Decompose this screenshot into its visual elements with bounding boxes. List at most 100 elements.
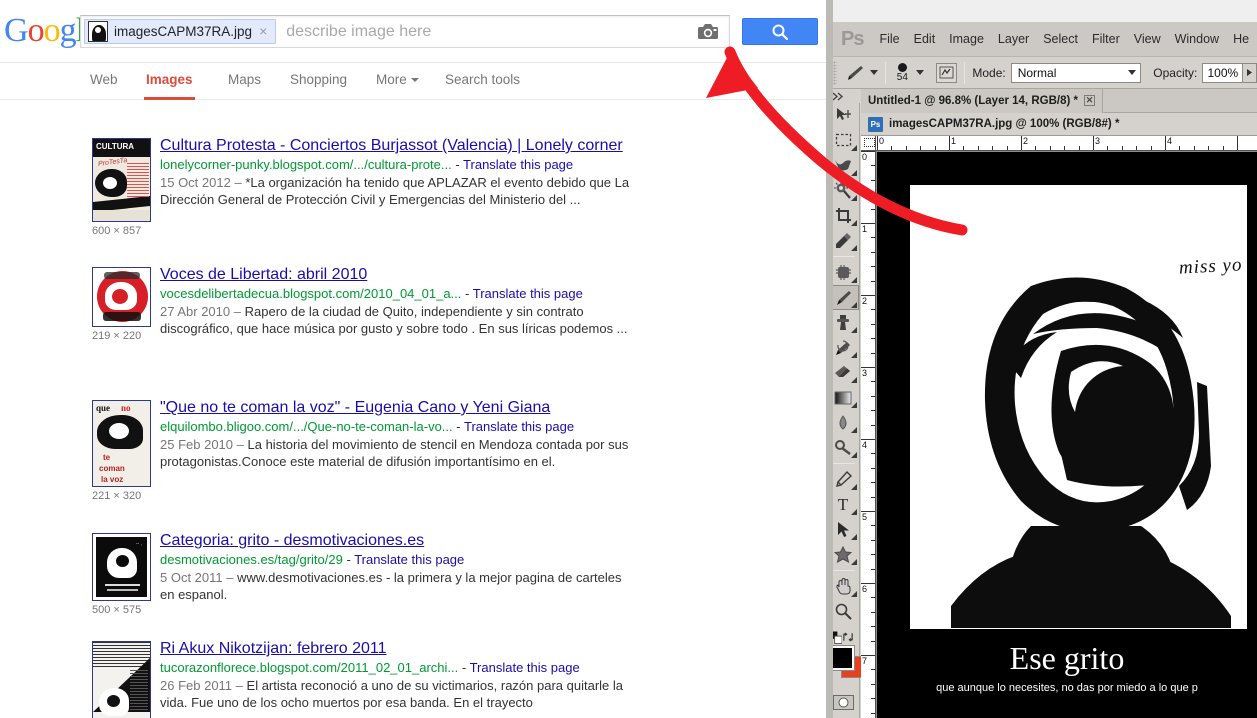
- translate-link[interactable]: Translate this page: [470, 660, 580, 675]
- menu-view[interactable]: View: [1134, 32, 1161, 46]
- thumbnail-dimensions: 221 × 320: [92, 490, 142, 502]
- camera-icon[interactable]: [693, 20, 723, 44]
- menu-window[interactable]: Window: [1175, 32, 1219, 46]
- tab-label: Maps: [228, 72, 262, 87]
- tab-label: Images: [146, 72, 193, 87]
- result-snippet: 26 Feb 2011 – El artista reconoció a uno…: [160, 677, 630, 711]
- menu-image[interactable]: Image: [949, 32, 984, 46]
- search-icon: [772, 24, 789, 40]
- vertical-ruler[interactable]: 0 1 2 3 4 5 6 7: [861, 151, 876, 718]
- tool-divider: [831, 570, 855, 571]
- result-url: vocesdelibertadecua.blogspot.com/2010_04…: [160, 286, 462, 301]
- tab-shopping[interactable]: Shopping: [288, 63, 349, 100]
- document-tab-title: imagesCAPM37RA.jpg @ 100% (RGB/8#) *: [889, 118, 1120, 130]
- thumbnail-dimensions: 600 × 857: [92, 225, 142, 237]
- divider: [884, 61, 886, 84]
- window-edge-strip: [826, 0, 833, 718]
- opacity-value: 100%: [1207, 65, 1239, 80]
- opacity-field[interactable]: 100%: [1202, 62, 1244, 83]
- translate-link[interactable]: Translate this page: [463, 157, 573, 172]
- ruler-label: 1: [951, 136, 957, 146]
- foreground-color-swatch[interactable]: [830, 646, 854, 670]
- document-tab-untitled[interactable]: Untitled-1 @ 96.8% (Layer 14, RGB/8) * ✕: [861, 88, 1103, 113]
- swap-colors-icon[interactable]: [842, 631, 854, 643]
- logo-letter: g: [59, 12, 77, 49]
- snippet-text: *La organización ha tenido que APLAZAR e…: [160, 175, 630, 207]
- result-title-link[interactable]: Ri Akux Nikotzijan: febrero 2011: [160, 640, 386, 657]
- chevron-down-icon[interactable]: [915, 70, 924, 75]
- chevron-down-icon: [1128, 70, 1137, 75]
- logo-letter: o: [27, 12, 45, 49]
- chip-remove-icon[interactable]: ×: [259, 24, 273, 40]
- tab-search-tools[interactable]: Search tools: [443, 63, 522, 100]
- translate-link[interactable]: Translate this page: [464, 419, 574, 434]
- result-date: 27 Abr 2010: [160, 304, 231, 319]
- chevron-down-icon[interactable]: [869, 70, 878, 75]
- dash: –: [235, 678, 243, 693]
- menu-help[interactable]: He: [1233, 32, 1249, 46]
- ruler-origin-corner[interactable]: [861, 136, 876, 151]
- result-thumbnail[interactable]: CULTURA ProTesTa 600 × 857: [92, 138, 151, 237]
- close-icon[interactable]: ✕: [1083, 95, 1095, 106]
- image-chip[interactable]: imagesCAPM37RA.jpg ×: [84, 19, 277, 44]
- logo-letter: o: [43, 12, 61, 49]
- tab-maps[interactable]: Maps: [226, 63, 263, 100]
- ruler-label: 2: [862, 296, 868, 306]
- menu-file[interactable]: File: [879, 32, 899, 46]
- document-tab-active[interactable]: Ps imagesCAPM37RA.jpg @ 100% (RGB/8#) *: [861, 113, 1257, 136]
- chevron-down-icon: [410, 78, 419, 83]
- result-thumbnail[interactable]: -- , 500 × 575: [92, 533, 151, 616]
- result-body: Categoria: grito - desmotivaciones.es de…: [160, 531, 630, 603]
- photoshop-options-bar: 54 Mode: Normal Opacity: 100%: [826, 56, 1257, 89]
- brush-panel-toggle-icon[interactable]: [935, 62, 958, 83]
- ruler-label: 4: [1167, 136, 1173, 146]
- handwriting-text: miss yo: [1177, 254, 1243, 279]
- ruler-label: 3: [862, 368, 868, 378]
- brush-tool-icon: [847, 65, 863, 80]
- result-title-link[interactable]: "Que no te coman la voz" - Eugenia Cano …: [160, 399, 550, 416]
- result-date: 26 Feb 2011: [160, 678, 233, 693]
- menu-filter[interactable]: Filter: [1092, 32, 1120, 46]
- horizontal-ruler[interactable]: 0 1 2 3 4: [876, 136, 1257, 151]
- ruler-label: 3: [1095, 136, 1101, 146]
- translate-link[interactable]: Translate this page: [354, 552, 464, 567]
- search-bar[interactable]: imagesCAPM37RA.jpg ×: [80, 15, 730, 48]
- menu-layer[interactable]: Layer: [998, 32, 1029, 46]
- result-thumbnail[interactable]: que no te coman la voz 221 × 320: [92, 400, 151, 502]
- brush-size-preview[interactable]: 54: [897, 62, 908, 83]
- tab-label: Shopping: [290, 72, 348, 87]
- tab-web[interactable]: Web: [88, 63, 120, 100]
- google-image-search-page: Google imagesCAPM37RA.jpg ×: [0, 0, 826, 718]
- tab-label: More: [376, 72, 407, 87]
- search-button[interactable]: [742, 18, 818, 45]
- logo-letter: G: [4, 12, 29, 49]
- tool-divider: [831, 463, 855, 464]
- poster-subtitle: que aunque lo necesites, no das por mied…: [936, 682, 1198, 694]
- ruler-label: 1: [862, 224, 868, 234]
- photoshop-file-icon: Ps: [868, 116, 883, 132]
- tab-label: Web: [90, 72, 118, 87]
- tool-divider: [831, 256, 855, 257]
- result-url-line: lonelycorner-punky.blogspot.com/.../cult…: [160, 156, 630, 173]
- blend-mode-dropdown[interactable]: Normal: [1010, 62, 1142, 83]
- result-thumbnail[interactable]: [92, 641, 151, 718]
- result-title-link[interactable]: Voces de Libertad: abril 2010: [160, 266, 367, 283]
- result-title-link[interactable]: Cultura Protesta - Conciertos Burjassot …: [160, 137, 623, 154]
- google-logo[interactable]: Google: [4, 12, 99, 49]
- result-title-link[interactable]: Categoria: grito - desmotivaciones.es: [160, 532, 424, 549]
- result-body: Voces de Libertad: abril 2010 vocesdelib…: [160, 265, 630, 337]
- image-canvas[interactable]: miss yo Ese grito que aunque lo necesite…: [877, 152, 1257, 718]
- menu-select[interactable]: Select: [1043, 32, 1078, 46]
- tab-more[interactable]: More: [374, 63, 421, 100]
- translate-link[interactable]: Translate this page: [473, 286, 583, 301]
- search-input[interactable]: [276, 21, 693, 42]
- opacity-slider-toggle[interactable]: [1243, 62, 1257, 83]
- brush-tool-preview[interactable]: [843, 64, 878, 82]
- ruler-label: 4: [862, 440, 868, 450]
- result-url-line: tucorazonflorece.blogspot.com/2011_02_01…: [160, 659, 630, 676]
- tab-images[interactable]: Images: [144, 63, 195, 100]
- menu-edit[interactable]: Edit: [914, 32, 936, 46]
- result-body: Cultura Protesta - Conciertos Burjassot …: [160, 136, 630, 208]
- result-thumbnail[interactable]: 219 × 220: [92, 267, 151, 342]
- dash: –: [233, 304, 241, 319]
